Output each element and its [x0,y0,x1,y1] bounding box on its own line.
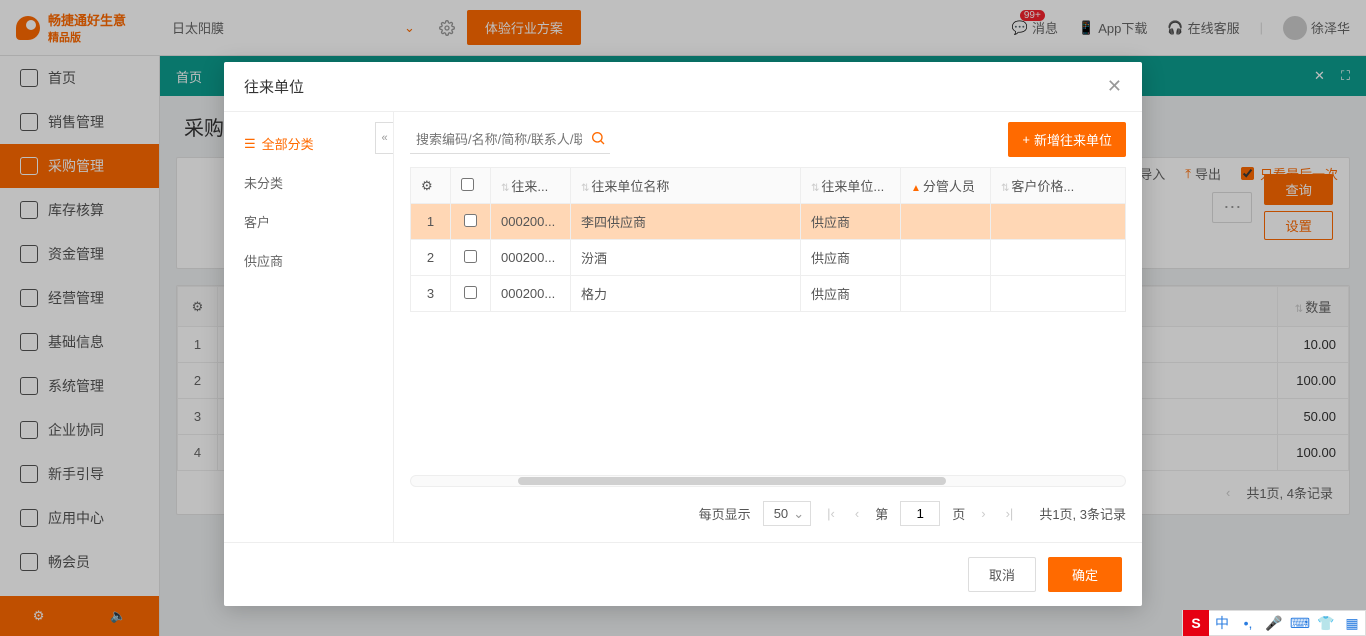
modal-main: + 新增往来单位 ⚙ ⇅往来... ⇅往来单位名称 ⇅往来单位... ▲分管人员 [394,112,1142,542]
horizontal-scrollbar[interactable] [410,475,1126,487]
ime-toolbox-icon[interactable]: ▦ [1339,610,1365,636]
ime-keyboard-icon[interactable]: ⌨ [1287,610,1313,636]
ime-punct-icon[interactable]: •, [1235,610,1261,636]
col-person[interactable]: ▲分管人员 [901,168,991,204]
plus-icon: + [1022,132,1030,147]
modal-overlay: 往来单位 ✕ ☰ 全部分类 未分类客户供应商 « [0,0,1366,636]
table-row[interactable]: 3000200...格力供应商 [411,276,1126,312]
cancel-button[interactable]: 取消 [968,557,1036,592]
ime-skin-icon[interactable]: 👕 [1313,610,1339,636]
col-select-all[interactable] [451,168,491,204]
category-item-0[interactable]: 未分类 [224,163,393,202]
list-icon: ☰ [244,136,256,152]
ime-lang[interactable]: 中 [1209,610,1235,636]
col-code[interactable]: ⇅往来... [491,168,571,204]
search-wrap [410,126,610,154]
col-type[interactable]: ⇅往来单位... [801,168,901,204]
partner-modal: 往来单位 ✕ ☰ 全部分类 未分类客户供应商 « [224,62,1142,606]
page-input[interactable] [900,501,940,526]
modal-pager: 每页显示 50 ⌄ |‹ ‹ 第 页 › ›| 共1页, 3条记录 [410,487,1126,526]
ime-logo-icon[interactable]: S [1183,610,1209,636]
col-price[interactable]: ⇅客户价格... [991,168,1126,204]
modal-sidebar: ☰ 全部分类 未分类客户供应商 « [224,112,394,542]
close-icon[interactable]: ✕ [1107,76,1122,97]
ime-bar: S 中 •, 🎤 ⌨ 👕 ▦ [1182,610,1366,636]
modal-header: 往来单位 ✕ [224,62,1142,112]
search-input[interactable] [410,126,610,154]
category-item-2[interactable]: 供应商 [224,241,393,280]
collapse-sidebar-icon[interactable]: « [375,122,393,154]
search-icon[interactable] [590,130,606,146]
col-gear[interactable]: ⚙ [411,168,451,204]
pager-last-icon[interactable]: ›| [1002,506,1018,521]
category-all[interactable]: ☰ 全部分类 [224,124,393,163]
modal-footer: 取消 确定 [224,542,1142,606]
pager-prev-icon[interactable]: ‹ [851,506,863,521]
row-checkbox[interactable] [464,250,477,263]
col-name[interactable]: ⇅往来单位名称 [571,168,801,204]
table-row[interactable]: 2000200...汾酒供应商 [411,240,1126,276]
partner-table: ⚙ ⇅往来... ⇅往来单位名称 ⇅往来单位... ▲分管人员 ⇅客户价格...… [410,167,1126,312]
ime-mic-icon[interactable]: 🎤 [1261,610,1287,636]
row-checkbox[interactable] [464,286,477,299]
confirm-button[interactable]: 确定 [1048,557,1122,592]
category-item-1[interactable]: 客户 [224,202,393,241]
row-checkbox[interactable] [464,214,477,227]
pager-next-icon[interactable]: › [977,506,989,521]
pager-first-icon[interactable]: |‹ [823,506,839,521]
add-partner-button[interactable]: + 新增往来单位 [1008,122,1126,157]
modal-title: 往来单位 [244,76,304,97]
page-size-select[interactable]: 50 ⌄ [763,501,811,526]
table-row[interactable]: 1000200...李四供应商供应商 [411,204,1126,240]
